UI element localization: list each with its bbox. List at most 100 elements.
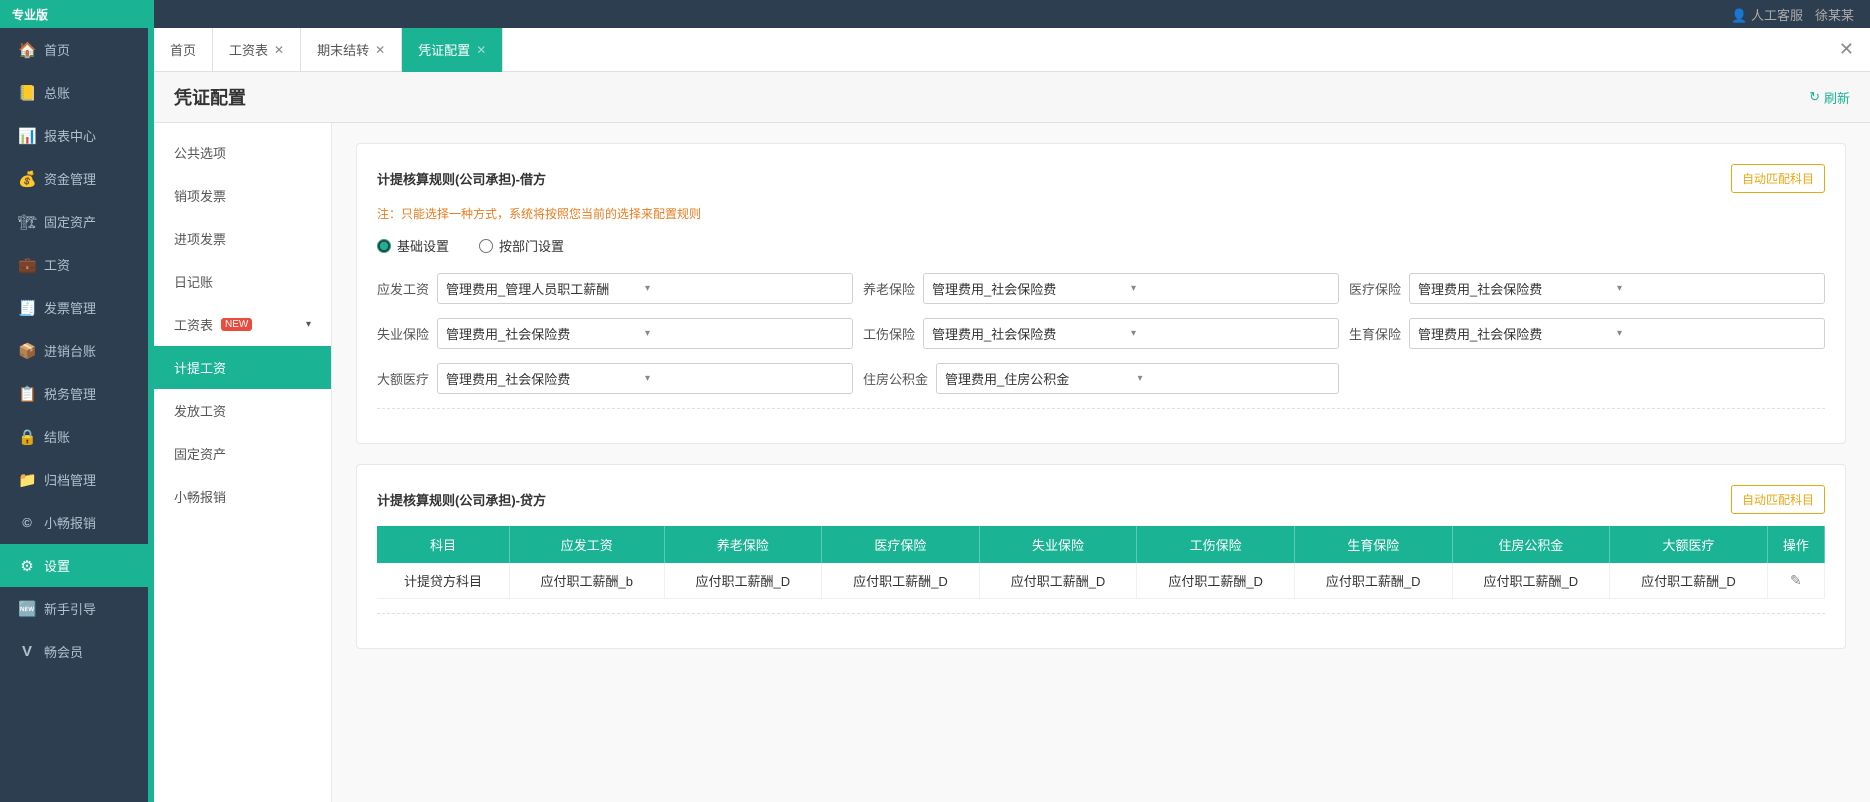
right-content: 计提核算规则(公司承担)-借方 自动匹配科目 注：只能选择一种方式，系统将按照您… (332, 123, 1870, 802)
th-large-medical: 大额医疗 (1610, 526, 1768, 563)
sidebar: 专业版 🏠 首页 📒 总账 📊 报表中心 💰 资金管理 🏗 固定资产 💼 工资 … (0, 0, 148, 802)
sidebar-item-archive[interactable]: 📁 归档管理 (0, 458, 148, 501)
select-salary[interactable]: 管理费用_管理人员职工薪酬 ▾ (437, 273, 853, 304)
tab-voucher[interactable]: 凭证配置 ✕ (402, 28, 503, 72)
page-header: 凭证配置 ↻ 刷新 (154, 72, 1870, 123)
left-nav-sales-invoice[interactable]: 销项发票 (154, 174, 331, 217)
td-action[interactable]: ✎ (1767, 563, 1824, 599)
tab-payroll-close[interactable]: ✕ (274, 43, 284, 57)
select-housing-fund[interactable]: 管理费用_住房公积金 ▾ (936, 363, 1339, 394)
sidebar-item-tax[interactable]: 📋 税务管理 (0, 372, 148, 415)
top-bar-support[interactable]: 👤 人工客服 (1731, 5, 1803, 24)
table-row: 计提贷方科目 应付职工薪酬_b 应付职工薪酬_D 应付职工薪酬_D 应付职工薪酬… (377, 563, 1825, 599)
select-medical[interactable]: 管理费用_社会保险费 ▾ (1409, 273, 1825, 304)
debit-section: 计提核算规则(公司承担)-借方 自动匹配科目 注：只能选择一种方式，系统将按照您… (356, 143, 1846, 444)
tab-period[interactable]: 期末结转 ✕ (301, 28, 402, 72)
td-unemployment-val: 应付职工薪酬_D (979, 563, 1137, 599)
select-maternity[interactable]: 管理费用_社会保险费 ▾ (1409, 318, 1825, 349)
form-row-large-medical: 大额医疗 管理费用_社会保险费 ▾ (377, 363, 853, 394)
sidebar-item-member[interactable]: V 畅会员 (0, 630, 148, 673)
sidebar-item-salary[interactable]: 💼 工资 (0, 243, 148, 286)
radio-basic[interactable]: 基础设置 (377, 236, 449, 255)
debit-form-grid: 应发工资 管理费用_管理人员职工薪酬 ▾ 养老保险 管理费用_社会保险费 ▾ (377, 273, 1825, 394)
select-work-injury[interactable]: 管理费用_社会保险费 ▾ (923, 318, 1339, 349)
archive-icon: 📁 (18, 471, 36, 489)
left-nav-journal[interactable]: 日记账 (154, 260, 331, 303)
settings-icon: ⚙ (18, 557, 36, 575)
select-housing-fund-caret: ▾ (1138, 373, 1331, 384)
select-large-medical[interactable]: 管理费用_社会保险费 ▾ (437, 363, 853, 394)
left-nav-public[interactable]: 公共选项 (154, 131, 331, 174)
top-bar-user: 徐某某 (1815, 5, 1854, 24)
credit-section-header: 计提核算规则(公司承担)-贷方 自动匹配科目 (377, 485, 1825, 514)
left-nav-accrual[interactable]: 计提工资 (154, 346, 331, 389)
form-row-medical: 医疗保险 管理费用_社会保险费 ▾ (1349, 273, 1825, 304)
left-nav-payroll-table[interactable]: 工资表 NEW ▾ (154, 303, 331, 346)
td-housing-val: 应付职工薪酬_D (1452, 563, 1610, 599)
radio-dept[interactable]: 按部门设置 (479, 236, 564, 255)
left-nav-purchase-invoice[interactable]: 进项发票 (154, 217, 331, 260)
form-row-work-injury: 工伤保险 管理费用_社会保险费 ▾ (863, 318, 1339, 349)
label-large-medical: 大额医疗 (377, 369, 429, 388)
sidebar-item-assets[interactable]: 🏗 固定资产 (0, 200, 148, 243)
stock-icon: 📦 (18, 342, 36, 360)
tab-voucher-close[interactable]: ✕ (476, 43, 486, 57)
td-salary-val: 应付职工薪酬_b (510, 563, 664, 599)
form-row-unemployment: 失业保险 管理费用_社会保险费 ▾ (377, 318, 853, 349)
th-maternity: 生育保险 (1294, 526, 1452, 563)
salary-icon: 💼 (18, 256, 36, 274)
sidebar-item-settings[interactable]: ⚙ 设置 (0, 544, 148, 587)
select-unemployment[interactable]: 管理费用_社会保险费 ▾ (437, 318, 853, 349)
refresh-button[interactable]: ↻ 刷新 (1809, 88, 1850, 107)
th-salary: 应发工资 (510, 526, 664, 563)
radio-dept-input[interactable] (479, 239, 493, 253)
select-medical-caret: ▾ (1617, 283, 1816, 294)
td-large-medical-val: 应付职工薪酬_D (1610, 563, 1768, 599)
edit-icon[interactable]: ✎ (1790, 572, 1802, 588)
th-housing: 住房公积金 (1452, 526, 1610, 563)
credit-section: 计提核算规则(公司承担)-贷方 自动匹配科目 科目 应发工资 养老保险 医疗保险… (356, 464, 1846, 649)
close-account-icon: 🔒 (18, 428, 36, 446)
select-pension[interactable]: 管理费用_社会保险费 ▾ (923, 273, 1339, 304)
app-logo: 专业版 (0, 0, 148, 28)
label-salary: 应发工资 (377, 279, 429, 298)
window-close-button[interactable]: ✕ (1823, 39, 1870, 60)
td-medical-val: 应付职工薪酬_D (822, 563, 980, 599)
sidebar-item-close[interactable]: 🔒 结账 (0, 415, 148, 458)
tab-period-close[interactable]: ✕ (375, 43, 385, 57)
debit-auto-match-button[interactable]: 自动匹配科目 (1731, 164, 1825, 193)
top-bar: 👤 人工客服 徐某某 (154, 0, 1870, 28)
fund-icon: 💰 (18, 170, 36, 188)
tab-home[interactable]: 首页 (154, 28, 213, 72)
form-row-salary: 应发工资 管理费用_管理人员职工薪酬 ▾ (377, 273, 853, 304)
label-unemployment: 失业保险 (377, 324, 429, 343)
form-row-maternity: 生育保险 管理费用_社会保险费 ▾ (1349, 318, 1825, 349)
sidebar-item-invoice[interactable]: 🧾 发票管理 (0, 286, 148, 329)
credit-auto-match-button[interactable]: 自动匹配科目 (1731, 485, 1825, 514)
th-unemployment: 失业保险 (979, 526, 1137, 563)
sidebar-item-ledger[interactable]: 📒 总账 (0, 71, 148, 114)
credit-divider (377, 613, 1825, 614)
new-badge: NEW (221, 318, 252, 331)
left-nav: 公共选项 销项发票 进项发票 日记账 工资表 NEW ▾ 计提工资 (154, 123, 332, 802)
form-row-housing-fund: 住房公积金 管理费用_住房公积金 ▾ (863, 363, 1339, 394)
left-nav-fixed-assets[interactable]: 固定资产 (154, 432, 331, 475)
left-nav-xiaochang-exp[interactable]: 小畅报销 (154, 475, 331, 518)
sidebar-item-fund[interactable]: 💰 资金管理 (0, 157, 148, 200)
sidebar-item-report[interactable]: 📊 报表中心 (0, 114, 148, 157)
content-area: 公共选项 销项发票 进项发票 日记账 工资表 NEW ▾ 计提工资 (154, 123, 1870, 802)
sidebar-item-stock[interactable]: 📦 进销台账 (0, 329, 148, 372)
sidebar-item-guide[interactable]: 🆕 新手引导 (0, 587, 148, 630)
radio-basic-input[interactable] (377, 239, 391, 253)
credit-table-header-row: 科目 应发工资 养老保险 医疗保险 失业保险 工伤保险 生育保险 住房公积金 大… (377, 526, 1825, 563)
invoice-icon: 🧾 (18, 299, 36, 317)
sidebar-item-xiaochang[interactable]: © 小畅报销 (0, 501, 148, 544)
report-icon: 📊 (18, 127, 36, 145)
tab-payroll[interactable]: 工资表 ✕ (213, 28, 301, 72)
refresh-icon: ↻ (1809, 89, 1820, 105)
select-pension-caret: ▾ (1131, 283, 1330, 294)
th-work-injury: 工伤保险 (1137, 526, 1295, 563)
sidebar-item-home[interactable]: 🏠 首页 (0, 28, 148, 71)
td-pension-val: 应付职工薪酬_D (664, 563, 822, 599)
left-nav-distribute[interactable]: 发放工资 (154, 389, 331, 432)
